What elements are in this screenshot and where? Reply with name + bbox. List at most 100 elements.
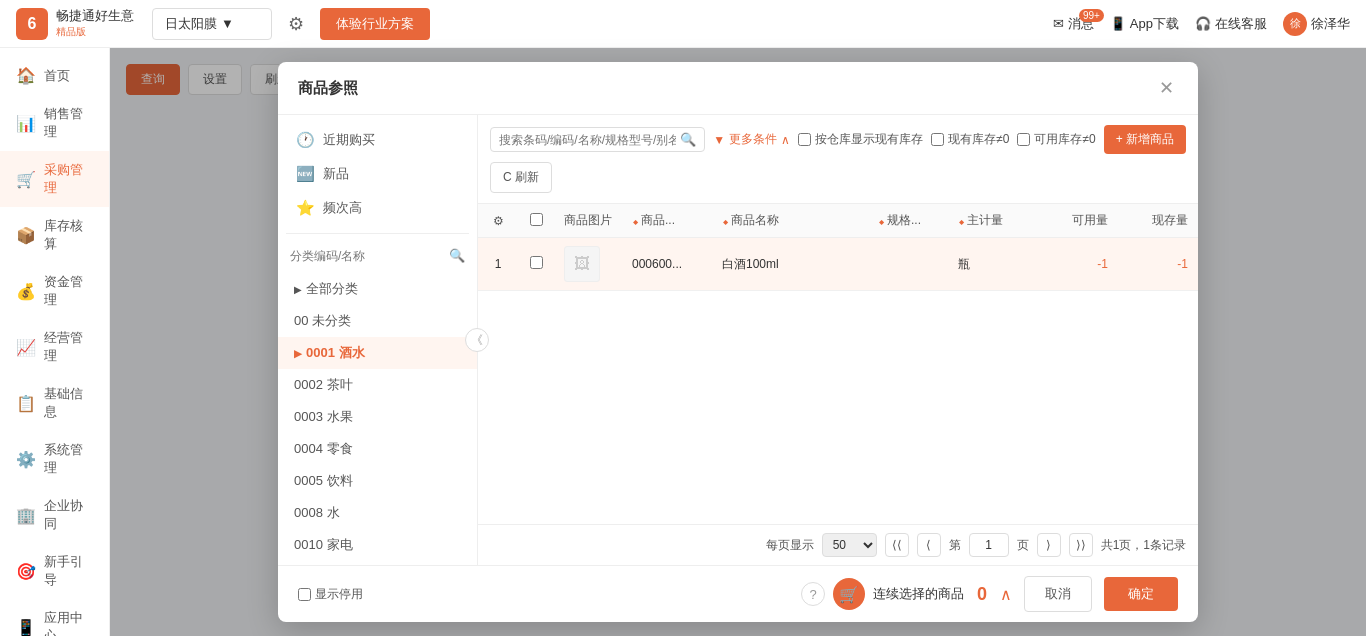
product-search-input[interactable] [499, 133, 676, 147]
product-thumbnail: 🖼 [564, 246, 600, 282]
collapse-panel-button[interactable]: 《 [465, 328, 489, 352]
row-checkbox[interactable] [530, 256, 543, 269]
sidebar-item-enterprise[interactable]: 🏢 企业协同 [0, 487, 109, 543]
avatar: 徐 [1283, 12, 1307, 36]
trial-button[interactable]: 体验行业方案 [320, 8, 430, 40]
modal-backdrop: 商品参照 ✕ 🕐 近期购买 🆕 [110, 48, 1366, 636]
logo-area: 6 畅捷通好生意 精品版 [16, 8, 136, 40]
recent-purchase-menu-item[interactable]: 🕐 近期购买 [286, 123, 469, 157]
frequent-menu-item[interactable]: ⭐ 频次高 [286, 191, 469, 225]
category-0003[interactable]: 0003 水果 [278, 401, 477, 433]
chevron-down-icon: ▼ [221, 16, 234, 31]
category-search-area: 🔍 [278, 242, 477, 269]
warehouse-stock-checkbox[interactable] [798, 133, 811, 146]
product-search-box: 🔍 [490, 127, 705, 152]
refresh-button[interactable]: C 刷新 [490, 162, 552, 193]
warehouse-stock-checkbox-label[interactable]: 按仓库显示现有库存 [798, 131, 923, 148]
cancel-button[interactable]: 取消 [1024, 576, 1092, 612]
system-icon: ⚙️ [16, 450, 36, 469]
row-product-name: 白酒100ml [712, 238, 868, 291]
th-settings[interactable]: ⚙ [478, 204, 518, 238]
clock-icon: 🕐 [296, 131, 315, 149]
category-0010[interactable]: 0010 家电 [278, 529, 477, 557]
user-nav-item[interactable]: 徐 徐泽华 [1283, 12, 1350, 36]
page-label: 第 [949, 537, 961, 554]
row-unit: 瓶 [948, 238, 1028, 291]
sidebar-item-purchase[interactable]: 🛒 采购管理 [0, 151, 109, 207]
cart-section: ? 🛒 连续选择的商品 0 ∧ [801, 578, 1012, 610]
next-page-button[interactable]: ⟩ [1037, 533, 1061, 557]
th-unit[interactable]: ⬥ 主计量 [948, 204, 1028, 238]
add-product-button[interactable]: + 新增商品 [1104, 125, 1186, 154]
category-0005[interactable]: 0005 饮料 [278, 465, 477, 497]
last-page-button[interactable]: ⟩⟩ [1069, 533, 1093, 557]
modal-header: 商品参照 ✕ [278, 62, 1198, 115]
total-info: 共1页，1条记录 [1101, 537, 1186, 554]
apps-icon: 📱 [16, 618, 36, 637]
th-stock: 现存量 [1118, 204, 1198, 238]
online-service-nav-item[interactable]: 🎧 在线客服 [1195, 15, 1267, 33]
help-icon[interactable]: ? [801, 582, 825, 606]
divider [286, 233, 469, 234]
collapse-cart-button[interactable]: ∧ [1000, 585, 1012, 604]
table-row[interactable]: 1 🖼 [478, 238, 1198, 291]
enterprise-icon: 🏢 [16, 506, 36, 525]
image-placeholder-icon: 🖼 [574, 255, 590, 273]
show-disabled-checkbox-label[interactable]: 显示停用 [298, 586, 363, 603]
new-product-menu-item[interactable]: 🆕 新品 [286, 157, 469, 191]
main-layout: 🏠 首页 📊 销售管理 🛒 采购管理 📦 库存核算 💰 资金管理 📈 经营管理 … [0, 48, 1366, 636]
category-0004[interactable]: 0004 零食 [278, 433, 477, 465]
sort-icon-spec: ⬥ [878, 214, 885, 228]
available-nonzero-checkbox[interactable] [1017, 133, 1030, 146]
page-number-input[interactable] [969, 533, 1009, 557]
cart-count: 0 [972, 584, 992, 605]
sidebar-item-apps[interactable]: 📱 应用中心 [0, 599, 109, 636]
sidebar-item-finance[interactable]: 💰 资金管理 [0, 263, 109, 319]
category-0008[interactable]: 0008 水 [278, 497, 477, 529]
th-checkbox [518, 204, 554, 238]
show-disabled-checkbox[interactable] [298, 588, 311, 601]
page-size-select[interactable]: 50 10 20 100 [822, 533, 877, 557]
sidebar-item-home[interactable]: 🏠 首页 [0, 56, 109, 95]
cart-button[interactable]: 🛒 [833, 578, 865, 610]
category-all[interactable]: ▶ 全部分类 [278, 273, 477, 305]
available-nonzero-checkbox-label[interactable]: 可用库存≠0 [1017, 131, 1095, 148]
prev-page-button[interactable]: ⟨ [917, 533, 941, 557]
messages-nav-item[interactable]: ✉ 消息 99+ [1053, 15, 1094, 33]
finance-icon: 💰 [16, 282, 36, 301]
confirm-button[interactable]: 确定 [1104, 577, 1178, 611]
sidebar-item-guide[interactable]: 🎯 新手引导 [0, 543, 109, 599]
filter-icon: ▼ [713, 133, 725, 147]
sidebar-item-sales[interactable]: 📊 销售管理 [0, 95, 109, 151]
select-all-checkbox[interactable] [530, 213, 543, 226]
modal-close-button[interactable]: ✕ [1154, 76, 1178, 100]
settings-icon[interactable]: ⚙ [280, 8, 312, 40]
sidebar-item-operations[interactable]: 📈 经营管理 [0, 319, 109, 375]
category-00[interactable]: 00 未分类 [278, 305, 477, 337]
star-icon: ⭐ [296, 199, 315, 217]
sidebar-item-system[interactable]: ⚙️ 系统管理 [0, 431, 109, 487]
first-page-button[interactable]: ⟨⟨ [885, 533, 909, 557]
more-filter-button[interactable]: ▼ 更多条件 ∧ [713, 131, 790, 148]
th-product-name[interactable]: ⬥ 商品名称 [712, 204, 868, 238]
logo-icon: 6 [16, 8, 48, 40]
th-spec[interactable]: ⬥ 规格... [868, 204, 948, 238]
app-download-nav-item[interactable]: 📱 App下载 [1110, 15, 1179, 33]
pagination-bar: 每页显示 50 10 20 100 ⟨⟨ ⟨ 第 页 [478, 524, 1198, 565]
store-dropdown[interactable]: 日太阳膜 ▼ [152, 8, 272, 40]
category-search-input[interactable] [290, 249, 443, 263]
inventory-nonzero-checkbox-label[interactable]: 现有库存≠0 [931, 131, 1009, 148]
row-checkbox-cell[interactable] [518, 238, 554, 291]
sidebar-item-inventory[interactable]: 📦 库存核算 [0, 207, 109, 263]
row-product-code: 000600... [622, 238, 712, 291]
th-product-image: 商品图片 [554, 204, 622, 238]
row-product-image: 🖼 [554, 238, 622, 291]
inventory-nonzero-checkbox[interactable] [931, 133, 944, 146]
category-0001[interactable]: ▶ 0001 酒水 [278, 337, 477, 369]
category-0002[interactable]: 0002 茶叶 [278, 369, 477, 401]
search-icon[interactable]: 🔍 [449, 248, 465, 263]
sidebar-item-basic[interactable]: 📋 基础信息 [0, 375, 109, 431]
th-product-code[interactable]: ⬥ 商品... [622, 204, 712, 238]
table-header-row: ⚙ 商品图片 [478, 204, 1198, 238]
search-submit-icon[interactable]: 🔍 [680, 132, 696, 147]
